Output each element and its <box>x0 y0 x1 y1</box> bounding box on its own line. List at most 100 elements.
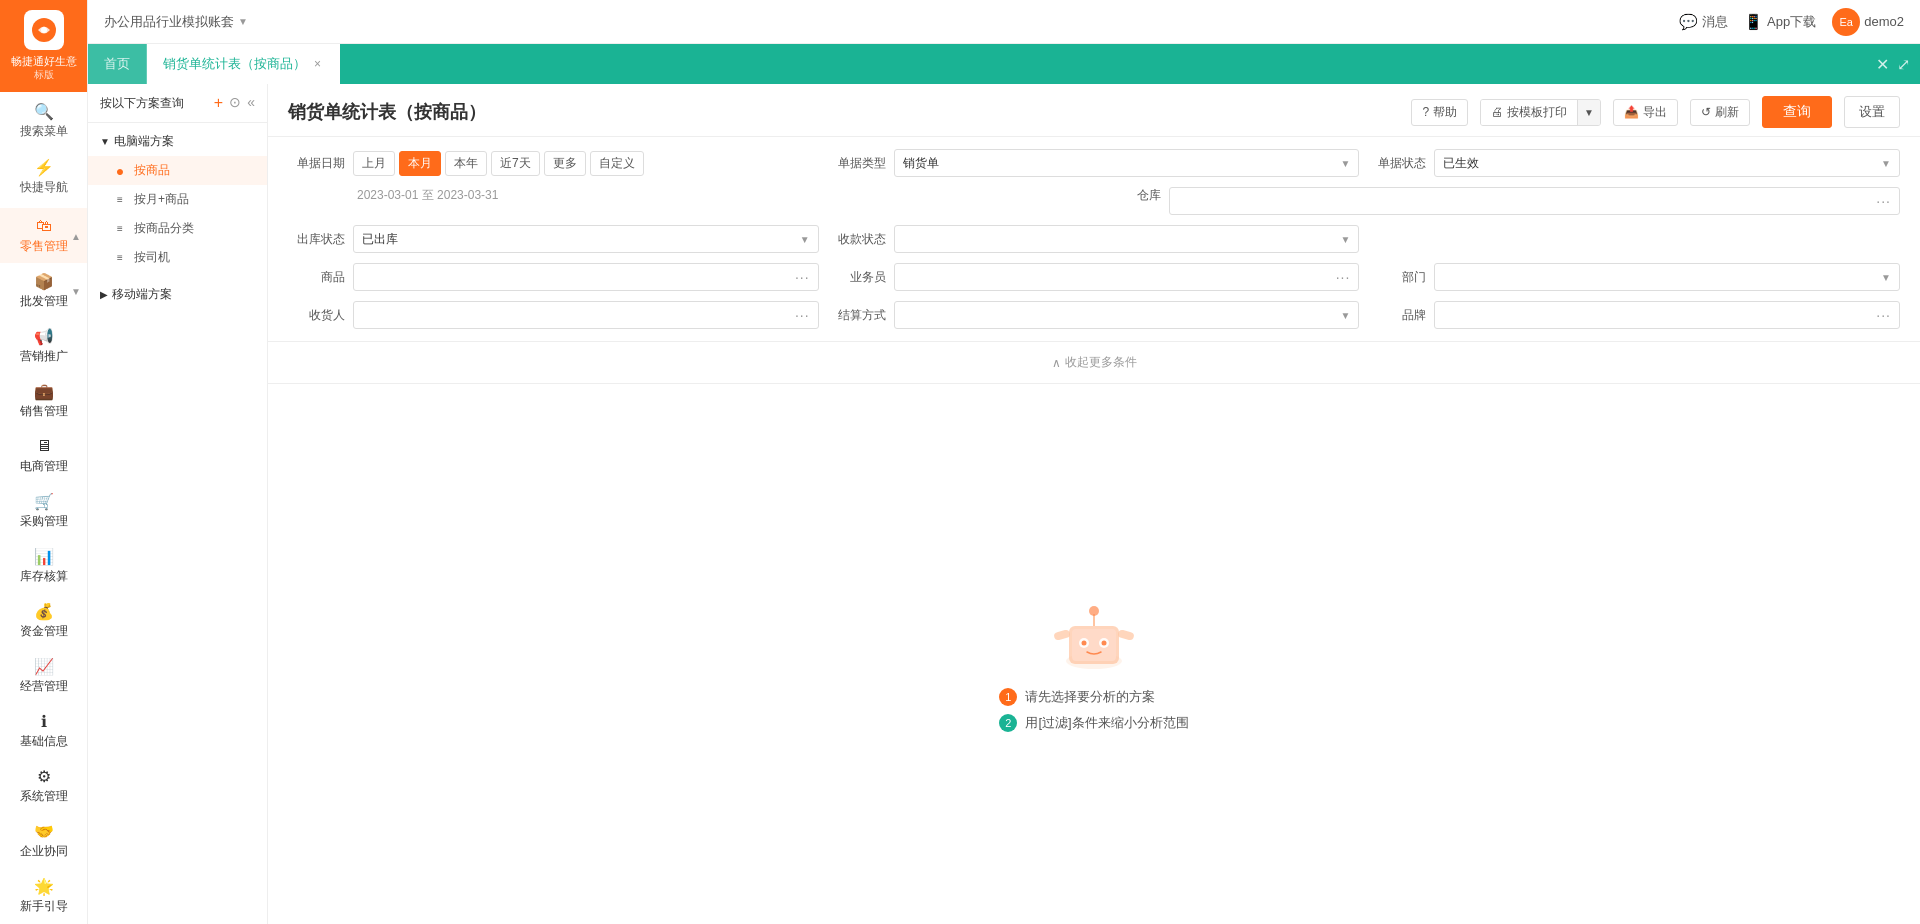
warehouse-select[interactable]: ··· <box>1169 187 1900 215</box>
doc-type-ctrl: 销货单 ▼ <box>894 149 1360 177</box>
svg-point-10 <box>1089 606 1099 616</box>
sidebar-item-marketing[interactable]: 📢 营销推广 <box>0 318 87 373</box>
recipient-select[interactable]: ··· <box>353 301 819 329</box>
date-this-year[interactable]: 本年 <box>445 151 487 176</box>
export-button[interactable]: 📤 导出 <box>1613 99 1678 126</box>
help-button[interactable]: ? 帮助 <box>1411 99 1468 126</box>
salesperson-select[interactable]: ··· <box>894 263 1360 291</box>
goods-select[interactable]: ··· <box>353 263 819 291</box>
date-more[interactable]: 更多 <box>544 151 586 176</box>
scheme-item-by-goods[interactable]: ● 按商品 <box>88 156 267 185</box>
filter-row-3: 商品 ··· 业务员 ··· <box>288 263 1900 291</box>
department-ctrl: ▼ <box>1434 263 1900 291</box>
svg-point-7 <box>1082 641 1087 646</box>
date-this-month[interactable]: 本月 <box>399 151 441 176</box>
cashier-icon: ≡ <box>112 250 128 266</box>
print-arrow[interactable]: ▼ <box>1577 100 1600 125</box>
payment-method-select[interactable]: ▼ <box>894 301 1360 329</box>
scheme-group-desktop-title[interactable]: ▼ 电脑端方案 <box>88 127 267 156</box>
collapse-button[interactable]: ∧ 收起更多条件 <box>1040 350 1149 375</box>
doc-status-select[interactable]: 已生效 ▼ <box>1434 149 1900 177</box>
maximize-icon[interactable]: ⤢ <box>1897 55 1910 74</box>
filter-salesperson: 业务员 ··· <box>829 263 1360 291</box>
tab-home[interactable]: 首页 <box>88 44 147 84</box>
sidebar-item-inventory[interactable]: 📊 库存核算 <box>0 538 87 593</box>
app-download-button[interactable]: 📱 App下载 <box>1744 13 1816 31</box>
close-icon[interactable]: ✕ <box>1876 55 1889 74</box>
salesperson-ctrl: ··· <box>894 263 1360 291</box>
sidebar-item-ecommerce[interactable]: 🖥 电商管理 <box>0 428 87 483</box>
settings-button[interactable]: 设置 <box>1844 96 1900 128</box>
refresh-button[interactable]: ↺ 刷新 <box>1690 99 1750 126</box>
sidebar-item-sales[interactable]: 💼 销售管理 <box>0 373 87 428</box>
doc-type-label: 单据类型 <box>829 155 894 172</box>
filter-recipient: 收货人 ··· <box>288 301 819 329</box>
scheme-item-by-month-goods[interactable]: ≡ 按月+商品 <box>88 185 267 214</box>
collapse-panel-icon[interactable]: « <box>247 94 255 112</box>
help-icon: ? <box>1422 105 1429 119</box>
recipient-dots: ··· <box>795 307 810 323</box>
out-status-label: 出库状态 <box>288 231 353 248</box>
svg-point-8 <box>1102 641 1107 646</box>
industry-selector[interactable]: 办公用品行业模拟账套 ▼ <box>104 13 248 31</box>
date-last-7[interactable]: 近7天 <box>491 151 540 176</box>
page-title-bar: 销货单统计表（按商品） ? 帮助 🖨 按模板打印 ▼ 📤 <box>268 84 1920 137</box>
messages-button[interactable]: 💬 消息 <box>1679 13 1728 31</box>
svg-rect-12 <box>1117 629 1135 641</box>
payment-status-chevron: ▼ <box>1340 234 1350 245</box>
app-logo[interactable]: 畅捷通好生意 标版 <box>0 0 87 92</box>
quick-nav[interactable]: ⚡ 快捷导航 <box>0 150 87 204</box>
user-menu[interactable]: Ea demo2 <box>1832 8 1904 36</box>
collapse-up-icon: ∧ <box>1052 356 1061 370</box>
sidebar-item-finance[interactable]: 💰 资金管理 <box>0 593 87 648</box>
search-menu[interactable]: 🔍 搜索菜单 <box>0 92 87 150</box>
avatar: Ea <box>1832 8 1860 36</box>
date-group: 上月 本月 本年 近7天 更多 自定义 <box>353 151 644 176</box>
doc-type-select[interactable]: 销货单 ▼ <box>894 149 1360 177</box>
brand-select[interactable]: ··· <box>1434 301 1900 329</box>
sidebar-item-newbie[interactable]: 🌟 新手引导 <box>0 868 87 923</box>
filter-warehouse-empty <box>1369 225 1900 253</box>
filter-date: 单据日期 上月 本月 本年 近7天 更多 自定义 <box>288 149 819 177</box>
add-scheme-icon[interactable]: + <box>214 94 223 112</box>
brand-dots: ··· <box>1876 307 1891 323</box>
out-status-select[interactable]: 已出库 ▼ <box>353 225 819 253</box>
empty-illustration <box>1044 576 1144 676</box>
month-goods-icon: ≡ <box>112 192 128 208</box>
goods-dots: ··· <box>795 269 810 285</box>
scheme-item-by-category[interactable]: ≡ 按商品分类 <box>88 214 267 243</box>
sidebar-item-purchase[interactable]: 🛒 采购管理 <box>0 483 87 538</box>
date-range-row: 2023-03-01 至 2023-03-31 仓库 ··· <box>288 187 1900 215</box>
filter-row-2: 出库状态 已出库 ▼ 收款状态 ▼ <box>288 225 1900 253</box>
app-subtitle: 标版 <box>34 68 54 82</box>
tab-close-button[interactable]: × <box>312 57 323 71</box>
scheme-group-mobile-title[interactable]: ▶ 移动端方案 <box>88 280 267 309</box>
tab-active[interactable]: 销货单统计表（按商品） × <box>147 44 340 84</box>
query-button[interactable]: 查询 <box>1762 96 1832 128</box>
settings-scheme-icon[interactable]: ⊙ <box>229 94 241 112</box>
logo-icon <box>24 10 64 50</box>
date-last-month[interactable]: 上月 <box>353 151 395 176</box>
sidebar-item-system[interactable]: ⚙ 系统管理 <box>0 758 87 813</box>
warehouse-label: 仓库 <box>1104 187 1169 204</box>
doc-status-chevron: ▼ <box>1881 158 1891 169</box>
sidebar-item-retail[interactable]: 🛍 零售管理 ▲ <box>0 208 87 263</box>
content-area: 按以下方案查询 + ⊙ « ▼ 电脑端方案 ● 按商品 ≡ 按月+ <box>88 84 1920 924</box>
scheme-item-by-cashier[interactable]: ≡ 按司机 <box>88 243 267 272</box>
department-select[interactable]: ▼ <box>1434 263 1900 291</box>
print-button[interactable]: 🖨 按模板打印 <box>1481 100 1577 125</box>
sidebar-item-operations[interactable]: 📈 经营管理 <box>0 648 87 703</box>
date-ctrl: 上月 本月 本年 近7天 更多 自定义 <box>353 151 819 176</box>
active-scheme-icon: ● <box>112 163 128 179</box>
payment-method-ctrl: ▼ <box>894 301 1360 329</box>
panel-header: 按以下方案查询 + ⊙ « <box>88 84 267 123</box>
salesperson-dots: ··· <box>1336 269 1351 285</box>
payment-method-label: 结算方式 <box>829 307 894 324</box>
warehouse-dots: ··· <box>1876 193 1891 209</box>
sidebar-item-enterprise[interactable]: 🤝 企业协同 <box>0 813 87 868</box>
sidebar-item-wholesale[interactable]: 📦 批发管理 ▼ <box>0 263 87 318</box>
filter-goods: 商品 ··· <box>288 263 819 291</box>
sidebar-item-basic[interactable]: ℹ 基础信息 <box>0 703 87 758</box>
payment-status-select[interactable]: ▼ <box>894 225 1360 253</box>
date-custom[interactable]: 自定义 <box>590 151 644 176</box>
